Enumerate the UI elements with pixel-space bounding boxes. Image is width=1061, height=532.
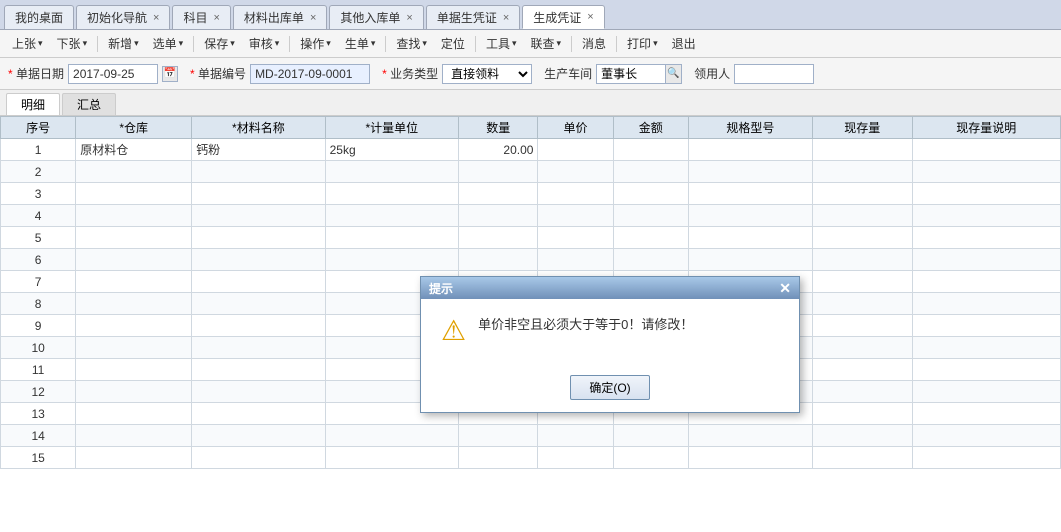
toolbar-btn-保存[interactable]: 保存▾ xyxy=(198,33,241,54)
alert-dialog: 提示 ✕ ⚠ 单价非空且必须大于等于0！请修改！ 确定(O) xyxy=(420,276,800,413)
toolbar-btn-查找[interactable]: 查找▾ xyxy=(390,33,433,54)
tab-label-5: 单据生凭证 xyxy=(437,9,497,26)
detail-tab-汇总[interactable]: 汇总 xyxy=(62,93,116,115)
detail-tabs-bar: 明细汇总 xyxy=(0,90,1061,116)
warning-icon: ⚠ xyxy=(441,317,466,345)
tab-5[interactable]: 单据生凭证 × xyxy=(426,5,520,29)
dropdown-arrow-下张: ▾ xyxy=(83,38,88,49)
receiver-field: 领用人 xyxy=(694,64,814,84)
tab-label-2: 科目 xyxy=(183,9,207,26)
dialog-confirm-button[interactable]: 确定(O) xyxy=(570,375,649,400)
toolbar-sep-after-生单 xyxy=(385,36,386,52)
toolbar-btn-联查[interactable]: 联查▾ xyxy=(524,33,567,54)
toolbar-sep-after-定位 xyxy=(475,36,476,52)
dialog-titlebar: 提示 ✕ xyxy=(421,277,799,299)
dialog-title: 提示 xyxy=(429,280,453,297)
tab-close-6[interactable]: × xyxy=(587,11,593,23)
toolbar-btn-新增[interactable]: 新增▾ xyxy=(102,33,145,54)
dropdown-arrow-新增: ▾ xyxy=(134,38,139,49)
workshop-input[interactable] xyxy=(596,64,666,84)
toolbar-btn-上张[interactable]: 上张▾ xyxy=(6,33,49,54)
tab-close-4[interactable]: × xyxy=(406,12,412,24)
dialog-body: ⚠ 单价非空且必须大于等于0！请修改！ xyxy=(421,299,799,369)
dropdown-arrow-选单: ▾ xyxy=(179,38,184,49)
toolbar-btn-工具[interactable]: 工具▾ xyxy=(480,33,523,54)
billno-label: * 单据编号 xyxy=(190,65,246,82)
dropdown-arrow-操作: ▾ xyxy=(326,38,331,49)
dropdown-arrow-审核: ▾ xyxy=(275,38,280,49)
dropdown-arrow-上张: ▾ xyxy=(38,38,43,49)
tab-bar: 我的桌面 初始化导航 × 科目 × 材料出库单 × 其他入库单 × 单据生凭证 × 生成凭证 × xyxy=(0,0,1061,30)
date-field: * 单据日期 📅 xyxy=(8,64,178,84)
toolbar-btn-审核[interactable]: 审核▾ xyxy=(243,33,286,54)
tab-1[interactable]: 初始化导航 × xyxy=(76,5,170,29)
toolbar-btn-打印[interactable]: 打印▾ xyxy=(621,33,664,54)
date-label: * 单据日期 xyxy=(8,65,64,82)
tab-0[interactable]: 我的桌面 xyxy=(4,5,74,29)
toolbar-btn-定位[interactable]: 定位 xyxy=(435,33,471,54)
tab-close-2[interactable]: × xyxy=(213,12,219,24)
biztype-label: * 业务类型 xyxy=(382,65,438,82)
tab-label-0: 我的桌面 xyxy=(15,9,63,26)
table-container: 序号*仓库*材料名称*计量单位数量单价金额规格型号现存量现存量说明 1原材料仓钙… xyxy=(0,116,1061,532)
toolbar-btn-退出[interactable]: 退出 xyxy=(666,33,702,54)
toolbar-sep-after-选单 xyxy=(193,36,194,52)
dialog-message: 单价非空且必须大于等于0！请修改！ xyxy=(478,315,779,336)
toolbar-sep-after-联查 xyxy=(571,36,572,52)
tab-close-5[interactable]: × xyxy=(503,12,509,24)
toolbar: 上张▾下张▾ 新增▾选单▾ 保存▾审核▾ 操作▾生单▾ 查找▾定位工具▾联查▾ 消息打印▾… xyxy=(0,30,1061,58)
form-area: * 单据日期 📅 * 单据编号 * 业务类型 直接领料 生产车间 🔍 领用人 xyxy=(0,58,1061,90)
workshop-search-wrap: 🔍 xyxy=(596,64,682,84)
dropdown-arrow-保存: ▾ xyxy=(230,38,235,49)
billno-field: * 单据编号 xyxy=(190,64,370,84)
tab-label-1: 初始化导航 xyxy=(87,9,147,26)
dropdown-arrow-查找: ▾ xyxy=(422,38,427,49)
tab-close-3[interactable]: × xyxy=(310,12,316,24)
tab-label-4: 其他入库单 xyxy=(340,9,400,26)
billno-input[interactable] xyxy=(250,64,370,84)
dropdown-arrow-联查: ▾ xyxy=(557,38,562,49)
dropdown-arrow-工具: ▾ xyxy=(512,38,517,49)
dropdown-arrow-打印: ▾ xyxy=(653,38,658,49)
detail-tab-明细[interactable]: 明细 xyxy=(6,93,60,115)
toolbar-sep-after-下张 xyxy=(97,36,98,52)
tab-2[interactable]: 科目 × xyxy=(172,5,230,29)
receiver-label: 领用人 xyxy=(694,65,730,82)
biztype-select[interactable]: 直接领料 xyxy=(442,64,532,84)
biztype-field: * 业务类型 直接领料 xyxy=(382,64,532,84)
calendar-icon[interactable]: 📅 xyxy=(162,66,178,82)
dialog-overlay: 提示 ✕ ⚠ 单价非空且必须大于等于0！请修改！ 确定(O) xyxy=(0,116,1061,532)
toolbar-btn-下张[interactable]: 下张▾ xyxy=(51,33,94,54)
workshop-field: 生产车间 🔍 xyxy=(544,64,682,84)
toolbar-btn-生单[interactable]: 生单▾ xyxy=(339,33,382,54)
tab-label-6: 生成凭证 xyxy=(533,9,581,26)
toolbar-btn-消息[interactable]: 消息 xyxy=(576,33,612,54)
tab-label-3: 材料出库单 xyxy=(244,9,304,26)
dialog-close-icon[interactable]: ✕ xyxy=(779,281,791,295)
toolbar-sep-after-审核 xyxy=(289,36,290,52)
workshop-label: 生产车间 xyxy=(544,65,592,82)
date-input[interactable] xyxy=(68,64,158,84)
receiver-input[interactable] xyxy=(734,64,814,84)
tab-close-1[interactable]: × xyxy=(153,12,159,24)
tab-3[interactable]: 材料出库单 × xyxy=(233,5,327,29)
toolbar-btn-操作[interactable]: 操作▾ xyxy=(294,33,337,54)
toolbar-sep-after-消息 xyxy=(616,36,617,52)
toolbar-btn-选单[interactable]: 选单▾ xyxy=(147,33,190,54)
dropdown-arrow-生单: ▾ xyxy=(371,38,376,49)
tab-4[interactable]: 其他入库单 × xyxy=(329,5,423,29)
workshop-search-icon[interactable]: 🔍 xyxy=(666,64,682,84)
tab-6[interactable]: 生成凭证 × xyxy=(522,5,604,29)
dialog-footer: 确定(O) xyxy=(421,369,799,412)
